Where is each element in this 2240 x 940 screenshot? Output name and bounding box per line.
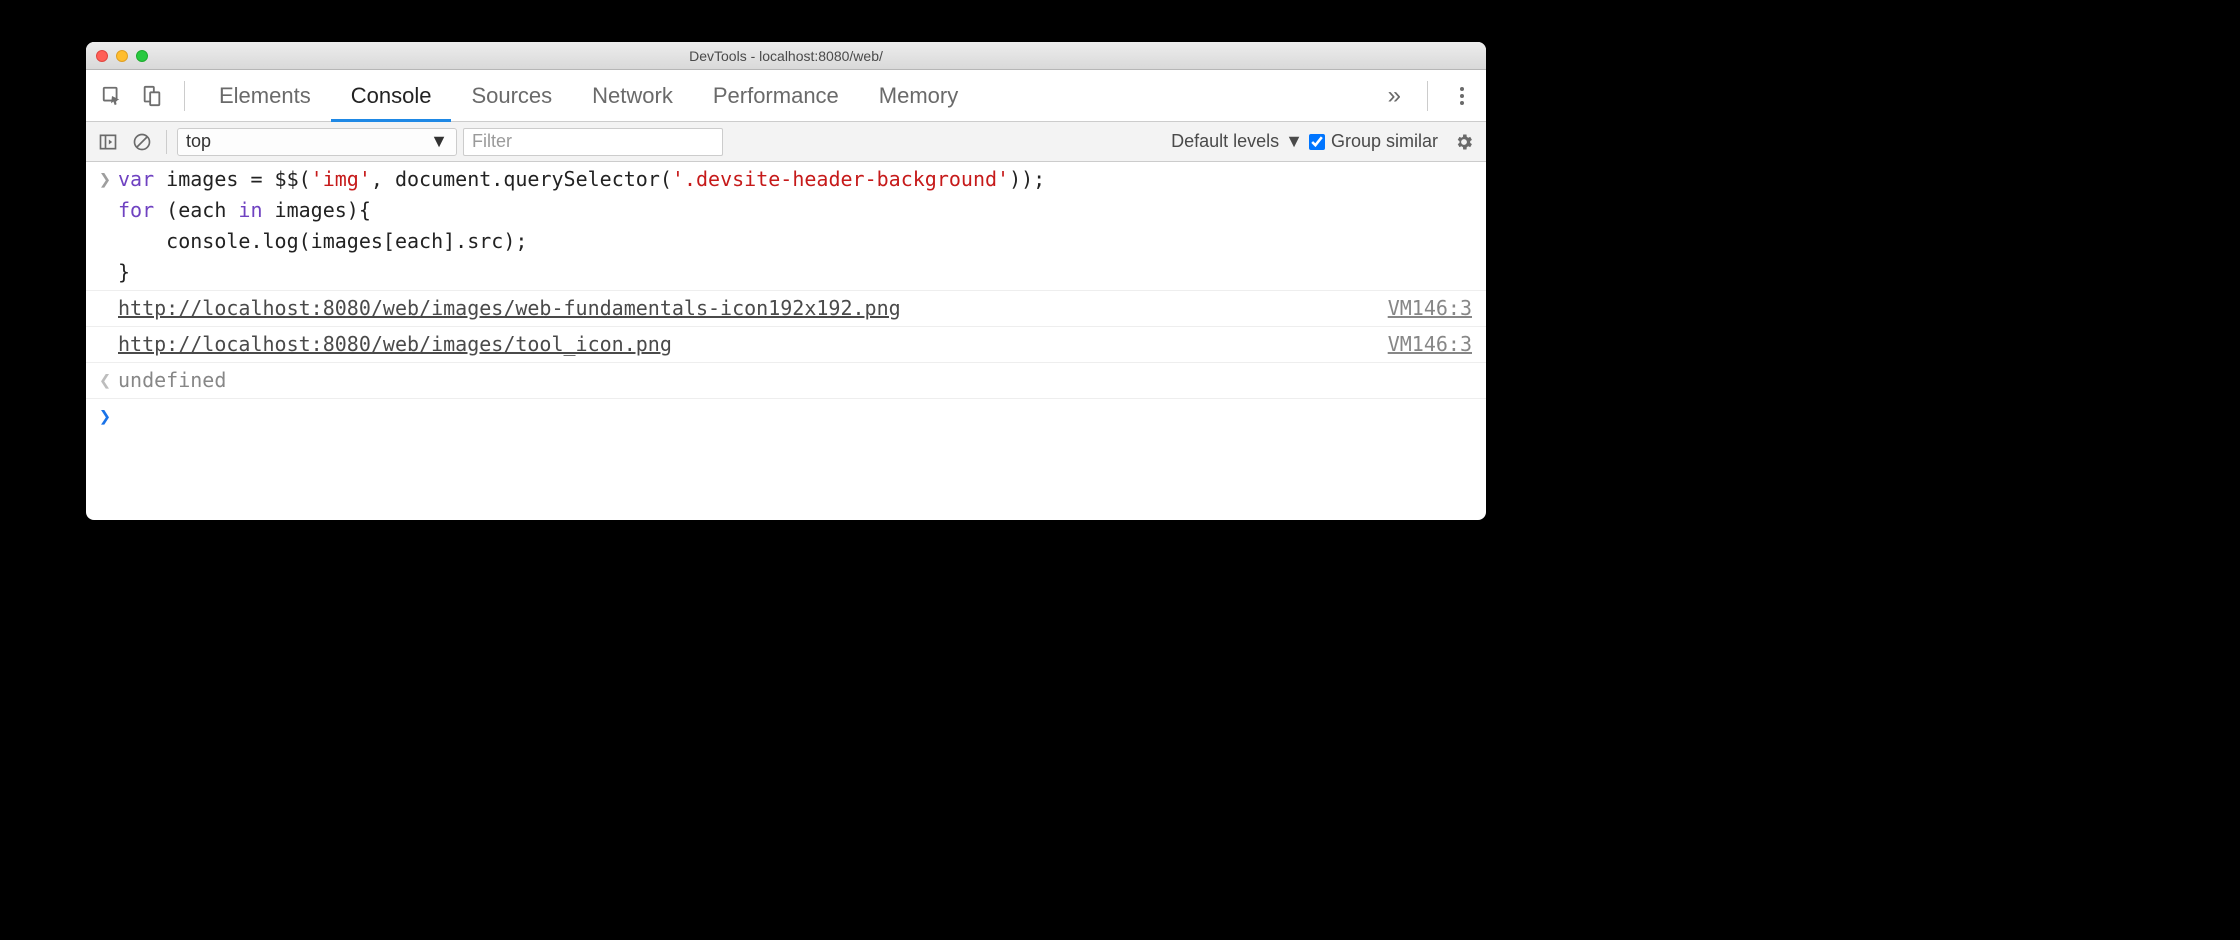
log-levels-dropdown[interactable]: Default levels ▼ bbox=[1171, 131, 1303, 152]
console-input-row: ❯ var images = $$('img', document.queryS… bbox=[86, 162, 1486, 291]
input-chevron-icon: ❯ bbox=[92, 164, 118, 288]
device-toggle-icon[interactable] bbox=[134, 78, 170, 114]
settings-gear-icon[interactable] bbox=[1450, 128, 1478, 156]
toggle-sidebar-icon[interactable] bbox=[94, 128, 122, 156]
log-url-link[interactable]: http://localhost:8080/web/images/web-fun… bbox=[118, 296, 901, 320]
result-chevron-icon: ❮ bbox=[92, 365, 118, 396]
traffic-lights bbox=[96, 50, 148, 62]
tabs-overflow-button[interactable]: » bbox=[1376, 82, 1413, 110]
console-log-row: http://localhost:8080/web/images/web-fun… bbox=[86, 291, 1486, 327]
console-log-message: http://localhost:8080/web/images/tool_ic… bbox=[118, 329, 1388, 360]
tab-memory[interactable]: Memory bbox=[859, 70, 978, 122]
titlebar: DevTools - localhost:8080/web/ bbox=[86, 42, 1486, 70]
devtools-window: DevTools - localhost:8080/web/ Elements … bbox=[86, 42, 1486, 520]
window-title: DevTools - localhost:8080/web/ bbox=[86, 48, 1486, 64]
tab-performance[interactable]: Performance bbox=[693, 70, 859, 122]
tab-network[interactable]: Network bbox=[572, 70, 693, 122]
inspect-element-icon[interactable] bbox=[94, 78, 130, 114]
filter-input[interactable] bbox=[463, 128, 723, 156]
log-source-link[interactable]: VM146:3 bbox=[1388, 293, 1478, 324]
console-result-value: undefined bbox=[118, 365, 1478, 396]
console-log-row: http://localhost:8080/web/images/tool_ic… bbox=[86, 327, 1486, 363]
console-result-row: ❮ undefined bbox=[86, 363, 1486, 399]
minimize-icon[interactable] bbox=[116, 50, 128, 62]
separator bbox=[1427, 81, 1428, 111]
zoom-icon[interactable] bbox=[136, 50, 148, 62]
clear-console-icon[interactable] bbox=[128, 128, 156, 156]
tab-elements[interactable]: Elements bbox=[199, 70, 331, 122]
tabbar: Elements Console Sources Network Perform… bbox=[86, 70, 1486, 122]
chevron-down-icon: ▼ bbox=[1285, 131, 1303, 152]
console-prompt-row[interactable]: ❯ bbox=[86, 399, 1486, 434]
tab-console[interactable]: Console bbox=[331, 70, 452, 122]
panel-tabs: Elements Console Sources Network Perform… bbox=[199, 70, 1372, 122]
console-output[interactable]: ❯ var images = $$('img', document.queryS… bbox=[86, 162, 1486, 520]
console-log-message: http://localhost:8080/web/images/web-fun… bbox=[118, 293, 1388, 324]
group-similar-input[interactable] bbox=[1309, 134, 1325, 150]
console-toolbar: top ▼ Default levels ▼ Group similar bbox=[86, 122, 1486, 162]
more-menu-icon[interactable] bbox=[1446, 87, 1478, 105]
log-levels-label: Default levels bbox=[1171, 131, 1279, 152]
console-prompt-input[interactable] bbox=[118, 401, 1478, 432]
chevron-down-icon: ▼ bbox=[430, 131, 448, 152]
prompt-chevron-icon: ❯ bbox=[92, 401, 118, 432]
close-icon[interactable] bbox=[96, 50, 108, 62]
separator bbox=[184, 81, 185, 111]
separator bbox=[166, 130, 167, 154]
log-source-link[interactable]: VM146:3 bbox=[1388, 329, 1478, 360]
log-url-link[interactable]: http://localhost:8080/web/images/tool_ic… bbox=[118, 332, 672, 356]
group-similar-checkbox[interactable]: Group similar bbox=[1309, 131, 1438, 152]
console-input-code: var images = $$('img', document.querySel… bbox=[118, 164, 1478, 288]
group-similar-label: Group similar bbox=[1331, 131, 1438, 152]
tab-sources[interactable]: Sources bbox=[451, 70, 572, 122]
context-selector-label: top bbox=[186, 131, 211, 152]
context-selector[interactable]: top ▼ bbox=[177, 128, 457, 156]
